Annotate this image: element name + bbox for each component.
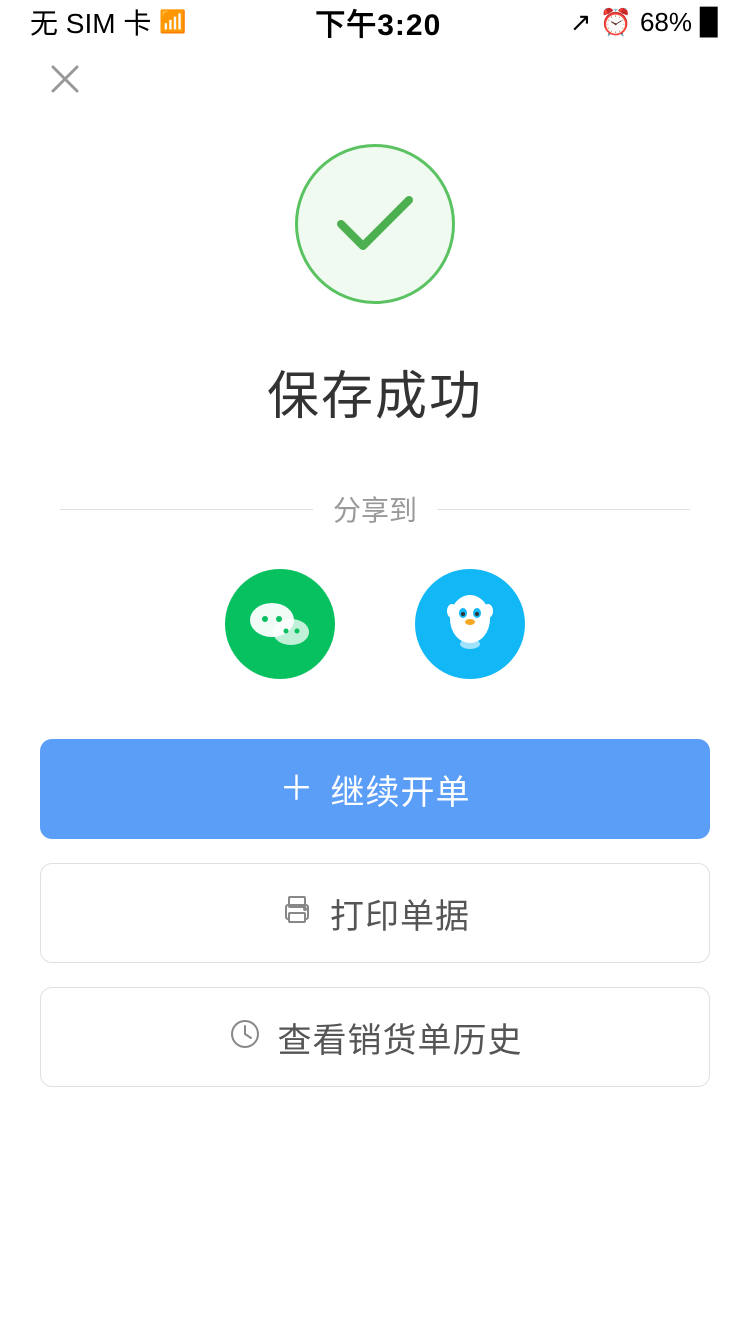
history-label: 查看销货单历史 [278, 1013, 523, 1062]
wechat-icon [245, 594, 315, 654]
wechat-share-button[interactable] [225, 569, 335, 679]
qq-icon [438, 589, 503, 659]
share-section: 分享到 [0, 489, 750, 679]
printer-icon [280, 893, 314, 927]
no-sim-text: 无 SIM 卡 [30, 2, 151, 42]
qq-share-button[interactable] [415, 569, 525, 679]
close-icon [49, 63, 81, 95]
print-icon [280, 893, 314, 933]
share-divider: 分享到 [0, 489, 750, 529]
history-icon [228, 1017, 262, 1057]
print-label: 打印单据 [330, 889, 470, 938]
status-left: 无 SIM 卡 📶 [30, 2, 187, 42]
battery-icon: ▉ [700, 7, 720, 38]
continue-button[interactable]: ＋ 继续开单 [40, 739, 710, 839]
close-button[interactable] [40, 54, 90, 104]
battery-text: 68% [640, 7, 692, 38]
print-button[interactable]: 打印单据 [40, 863, 710, 963]
status-bar: 无 SIM 卡 📶 下午3:20 ↗ ⏰ 68% ▉ [0, 0, 750, 44]
success-circle [295, 144, 455, 304]
success-title: 保存成功 [267, 354, 483, 429]
wifi-icon: 📶 [159, 9, 186, 35]
location-icon: ↗ [570, 7, 592, 38]
history-button[interactable]: 查看销货单历史 [40, 987, 710, 1087]
plus-icon: ＋ [280, 772, 315, 806]
share-icons [225, 569, 525, 679]
action-buttons: ＋ 继续开单 打印单据 [0, 739, 750, 1087]
alarm-icon: ⏰ [600, 7, 632, 38]
checkmark-icon [335, 194, 415, 254]
main-content: 保存成功 分享到 [0, 44, 750, 1334]
status-right: ↗ ⏰ 68% ▉ [570, 7, 720, 38]
status-time: 下午3:20 [315, 0, 441, 44]
continue-label: 继续开单 [331, 765, 471, 814]
clock-icon [228, 1017, 262, 1051]
share-label: 分享到 [313, 489, 437, 529]
